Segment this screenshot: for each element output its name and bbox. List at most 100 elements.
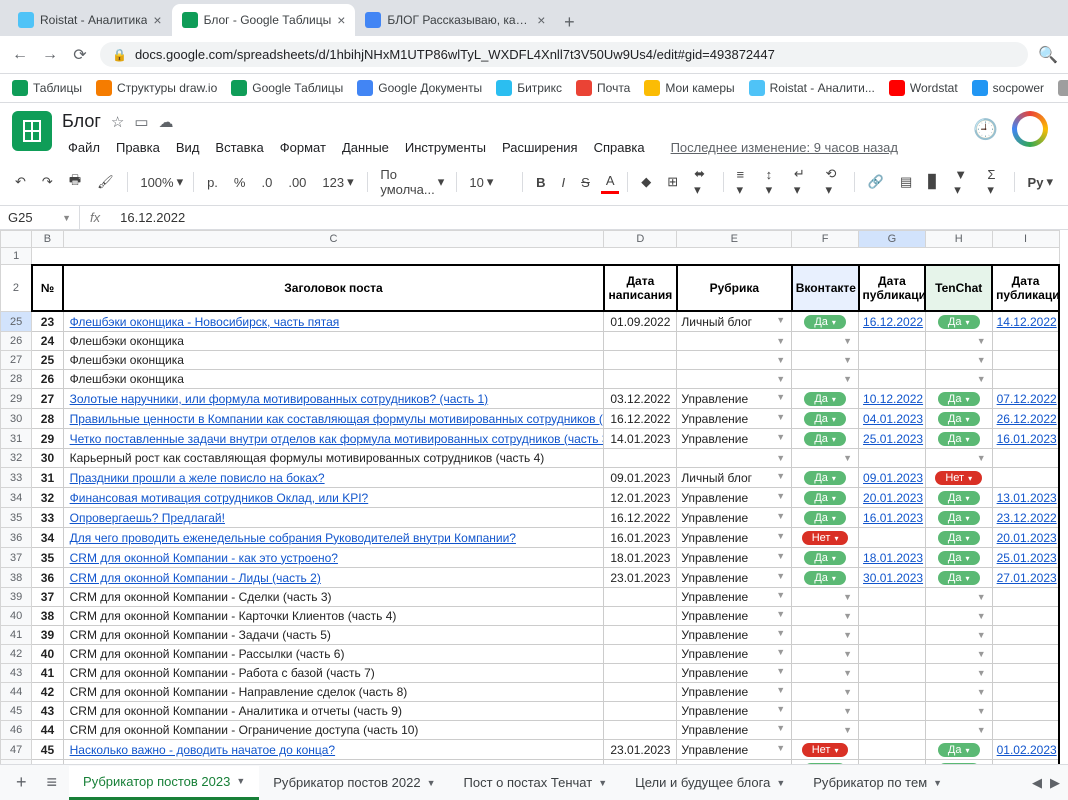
dropdown-icon[interactable]: ▼ <box>776 647 785 657</box>
new-tab-button[interactable]: + <box>555 8 583 36</box>
corner-cell[interactable] <box>1 231 32 248</box>
cell-pub1[interactable]: 30.01.2023 <box>859 568 926 588</box>
row-header[interactable]: 43 <box>1 664 32 683</box>
cell-date[interactable] <box>604 664 677 683</box>
pub-date-link[interactable]: 09.01.2023 <box>863 471 923 485</box>
cell-vk[interactable]: ▼ <box>792 702 859 721</box>
filter-button[interactable]: ▼ ▾ <box>949 164 976 201</box>
row-header[interactable]: 33 <box>1 468 32 488</box>
dropdown-icon[interactable]: ▼ <box>843 374 852 384</box>
pub-date-link[interactable]: 14.12.2022 <box>997 315 1057 329</box>
cell-pub2[interactable] <box>992 370 1059 389</box>
cell-vk[interactable]: ▼ <box>792 332 859 351</box>
browser-tab[interactable]: Roistat - Аналитика× <box>8 4 172 36</box>
all-sheets-button[interactable]: ≡ <box>39 772 66 793</box>
sheet-scroll-right[interactable]: ▶ <box>1050 775 1060 791</box>
dropdown-icon[interactable]: ▼ <box>977 611 986 621</box>
cell-vk[interactable]: Да▾ <box>792 548 859 568</box>
post-title-link[interactable]: Финансовая мотивация сотрудников Оклад, … <box>70 491 369 505</box>
cell-pub2[interactable] <box>992 332 1059 351</box>
post-title-link[interactable]: Четко поставленные задачи внутри отделов… <box>70 432 604 446</box>
dropdown-icon[interactable]: ▼ <box>977 687 986 697</box>
search-icon[interactable]: 🔍 <box>1038 45 1058 65</box>
meet-button[interactable] <box>1012 111 1048 147</box>
italic-button[interactable]: I <box>557 172 571 193</box>
cell-pub1[interactable] <box>859 683 926 702</box>
bookmark-item[interactable]: Wordstat <box>889 80 958 96</box>
cell-date[interactable]: 14.01.2023 <box>604 429 677 449</box>
cell-rubric[interactable]: ▼Управление <box>677 721 792 740</box>
cell-pub1[interactable]: 16.01.2023 <box>859 508 926 528</box>
text-color-button[interactable]: A <box>601 170 620 194</box>
row-header[interactable]: 46 <box>1 721 32 740</box>
cell-pub2[interactable] <box>992 702 1059 721</box>
cell-tc[interactable]: ▼ <box>925 370 992 389</box>
cell-pub1[interactable] <box>859 702 926 721</box>
dropdown-icon[interactable]: ▼ <box>843 668 852 678</box>
merge-button[interactable]: ⬌ ▾ <box>689 163 715 201</box>
close-tab-button[interactable]: × <box>537 12 545 28</box>
sheet-tab-menu-icon[interactable]: ▼ <box>427 778 436 788</box>
dropdown-icon[interactable]: ▼ <box>843 649 852 659</box>
cell-rubric[interactable]: ▼ <box>677 332 792 351</box>
cell-vk[interactable]: Нет▾ <box>792 528 859 548</box>
status-pill-yes[interactable]: Да▾ <box>938 315 980 329</box>
dropdown-icon[interactable]: ▼ <box>776 336 785 346</box>
post-title-link[interactable]: CRM для оконной Компании - Лиды (часть 2… <box>70 571 321 585</box>
dropdown-icon[interactable]: ▼ <box>843 611 852 621</box>
zoom-select[interactable]: 100% ▾ <box>135 171 185 193</box>
dropdown-icon[interactable]: ▼ <box>977 336 986 346</box>
cell-pub2[interactable] <box>992 626 1059 645</box>
cell-tc[interactable]: Да▾ <box>925 508 992 528</box>
dropdown-icon[interactable]: ▼ <box>843 355 852 365</box>
sheet-tab-menu-icon[interactable]: ▼ <box>236 776 245 786</box>
close-tab-button[interactable]: × <box>337 12 345 28</box>
dec-increase-button[interactable]: .00 <box>283 172 311 193</box>
cell-rubric[interactable]: ▼Управление <box>677 409 792 429</box>
menu-item[interactable]: Справка <box>588 136 651 159</box>
cell-vk[interactable]: Да▾ <box>792 311 859 332</box>
cell-pub1[interactable]: 25.01.2023 <box>859 429 926 449</box>
cell-pub2[interactable] <box>992 683 1059 702</box>
status-pill-yes[interactable]: Да▾ <box>804 511 846 525</box>
status-pill-no[interactable]: Нет▾ <box>802 743 849 757</box>
cell-pub1[interactable] <box>859 332 926 351</box>
cell-pub2[interactable] <box>992 607 1059 626</box>
cell-date[interactable] <box>604 645 677 664</box>
cell-pub1[interactable]: 16.12.2022 <box>859 311 926 332</box>
pub-date-link[interactable]: 10.12.2022 <box>863 392 923 406</box>
dropdown-icon[interactable]: ▼ <box>776 743 785 753</box>
bookmark-item[interactable]: Мои камеры <box>644 80 734 96</box>
cell-date[interactable]: 09.01.2023 <box>604 468 677 488</box>
dropdown-icon[interactable]: ▼ <box>843 453 852 463</box>
sheet-tab-menu-icon[interactable]: ▼ <box>776 778 785 788</box>
cell-date[interactable]: 16.12.2022 <box>604 409 677 429</box>
cell-rubric[interactable]: ▼Управление <box>677 740 792 760</box>
status-pill-yes[interactable]: Да▾ <box>804 491 846 505</box>
status-pill-yes[interactable]: Да▾ <box>804 471 846 485</box>
cell-tc[interactable]: Да▾ <box>925 488 992 508</box>
cell-pub1[interactable] <box>859 449 926 468</box>
cell-num[interactable]: 33 <box>32 508 63 528</box>
cell-title[interactable]: Флешбэки оконщика <box>63 332 604 351</box>
pub-date-link[interactable]: 04.01.2023 <box>863 412 923 426</box>
pub-date-link[interactable]: 16.01.2023 <box>863 511 923 525</box>
cell-pub2[interactable] <box>992 468 1059 488</box>
dropdown-icon[interactable]: ▼ <box>977 725 986 735</box>
cell-pub2[interactable]: 23.12.2022 <box>992 508 1059 528</box>
cell-pub2[interactable] <box>992 664 1059 683</box>
cell-tc[interactable]: Нет▾ <box>925 468 992 488</box>
pub-date-link[interactable]: 18.01.2023 <box>863 551 923 565</box>
dropdown-icon[interactable]: ▼ <box>776 355 785 365</box>
cell-title[interactable]: CRM для оконной Компании - Карточки Клие… <box>63 607 604 626</box>
dropdown-icon[interactable]: ▼ <box>843 687 852 697</box>
halign-button[interactable]: ≡ ▾ <box>731 164 754 201</box>
formula-input[interactable]: 16.12.2022 <box>110 206 195 229</box>
functions-button[interactable]: Σ ▾ <box>982 164 1005 201</box>
cell-vk[interactable]: ▼ <box>792 664 859 683</box>
valign-button[interactable]: ↕ ▾ <box>761 164 783 201</box>
cell-vk[interactable]: Да▾ <box>792 508 859 528</box>
cell-pub1[interactable] <box>859 645 926 664</box>
wrap-button[interactable]: ↵ ▾ <box>789 163 815 201</box>
cell-tc[interactable]: ▼ <box>925 721 992 740</box>
